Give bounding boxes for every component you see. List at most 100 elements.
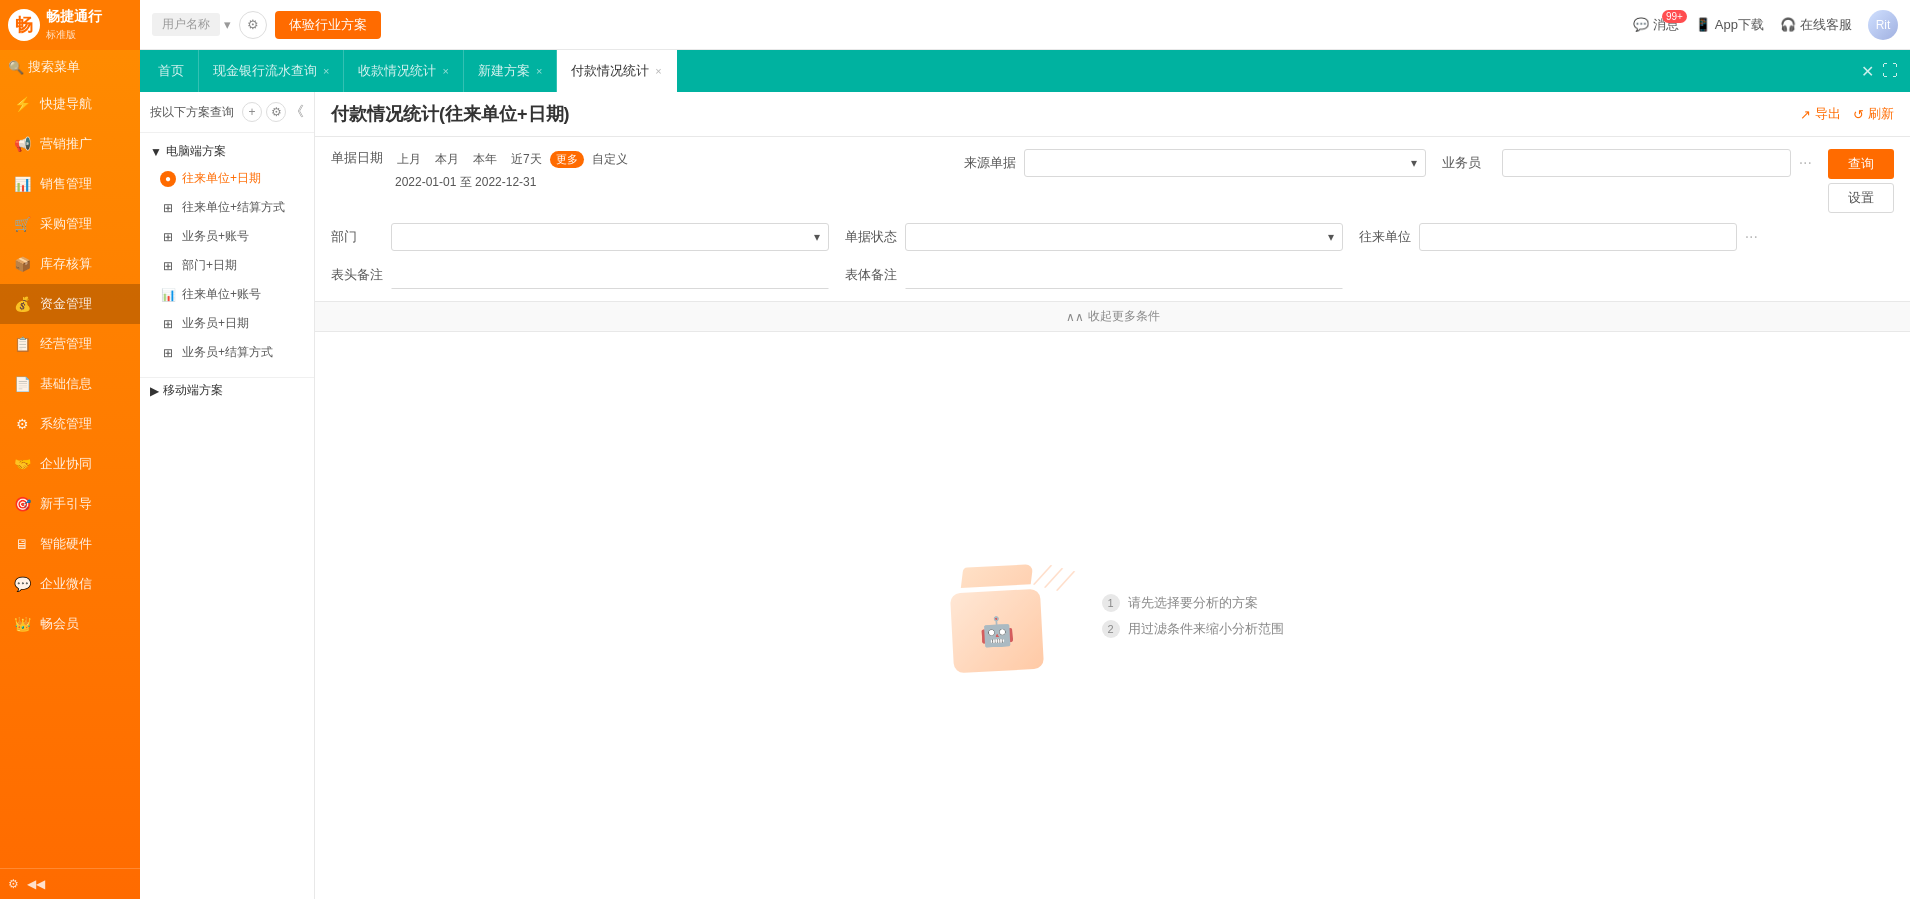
scheme-add-btn[interactable]: + [242,102,262,122]
query-btn[interactable]: 查询 [1828,149,1894,179]
date-btn-custom[interactable]: 自定义 [586,149,634,170]
sidebar-item-basic-info[interactable]: 📄 基础信息 [0,364,140,404]
sidebar-item-hardware[interactable]: 🖥 智能硬件 [0,524,140,564]
table-body-note-input[interactable] [905,261,1343,289]
topbar-notifications[interactable]: 💬 消息 99+ [1633,16,1679,34]
sidebar-item-enterprise[interactable]: 🤝 企业协同 [0,444,140,484]
scheme-item-salesman-date[interactable]: ⊞ 业务员+日期 [140,309,314,338]
tab-payment-stats[interactable]: 付款情况统计 × [557,50,676,92]
sidebar-search-item[interactable]: 🔍 搜索菜单 [0,50,140,84]
sidebar-item-sales[interactable]: 📊 销售管理 [0,164,140,204]
tab-collection-stats[interactable]: 收款情况统计 × [344,50,463,92]
app-icon: 📱 [1695,17,1711,32]
doc-status-select[interactable] [905,223,1343,251]
export-btn[interactable]: ↗ 导出 [1800,105,1841,123]
desktop-group-chevron-icon [150,145,162,159]
date-btn-7days[interactable]: 近7天 [505,149,548,170]
date-filter-label: 单据日期 [331,149,383,167]
scheme-item-unit-settle[interactable]: ⊞ 往来单位+结算方式 [140,193,314,222]
service-icon: 🎧 [1780,17,1796,32]
scheme-item-dept-date[interactable]: ⊞ 部门+日期 [140,251,314,280]
notifications-badge: 99+ [1662,10,1687,23]
guide-icon: 🎯 [12,494,32,514]
scheme-item-salesman-account-label: 业务员+账号 [182,228,249,245]
collapse-bar-icon: ∧∧ [1066,310,1084,324]
date-btn-this-year[interactable]: 本年 [467,149,503,170]
sidebar-logo-sub: 标准版 [46,28,102,42]
date-btn-more[interactable]: 更多 [550,151,584,168]
collapse-bar-text: ∧∧ 收起更多条件 [1066,308,1160,325]
source-doc-filter: 来源单据 [964,149,1426,177]
source-doc-select[interactable] [1024,149,1426,177]
scheme-item-unit-account-label: 往来单位+账号 [182,286,261,303]
message-icon: 💬 [1633,17,1649,32]
tab-cash-flow[interactable]: 现金银行流水查询 × [199,50,344,92]
date-btn-last-month[interactable]: 上月 [391,149,427,170]
tab-new-scheme[interactable]: 新建方案 × [464,50,557,92]
tab-new-scheme-close[interactable]: × [536,65,542,77]
filter-row-3: 表头备注 表体备注 [331,261,1894,289]
sidebar-item-marketing[interactable]: 📢 营销推广 [0,124,140,164]
tabbar-close-all-btn[interactable]: ✕ [1861,62,1874,81]
scheme-item-unit-account[interactable]: 📊 往来单位+账号 [140,280,314,309]
doc-status-filter: 单据状态 [845,223,1343,251]
related-unit-filter: 往来单位 ··· [1359,223,1758,251]
tab-home[interactable]: 首页 [144,50,199,92]
page-title: 付款情况统计(往来单位+日期) [331,102,570,126]
salesman-select[interactable] [1502,149,1791,177]
tip-num-1: 1 [1102,594,1120,612]
scheme-item-dept-date-label: 部门+日期 [182,257,237,274]
topbar-trial-btn[interactable]: 体验行业方案 [275,11,381,39]
scheme-item-salesman-account[interactable]: ⊞ 业务员+账号 [140,222,314,251]
sidebar-item-capital[interactable]: 💰 资金管理 [0,284,140,324]
topbar-settings-btn[interactable]: ⚙ [239,11,267,39]
scheme-item-salesman-settle[interactable]: ⊞ 业务员+结算方式 [140,338,314,367]
table-head-note-input[interactable] [391,261,829,289]
desktop-group-header[interactable]: 电脑端方案 [140,139,314,164]
search-icon: 🔍 [8,60,24,75]
sidebar-item-guide[interactable]: 🎯 新手引导 [0,484,140,524]
topbar-avatar[interactable]: Rit [1868,10,1898,40]
topbar-app-download[interactable]: 📱 App下载 [1695,16,1764,34]
sidebar-item-vip[interactable]: 👑 畅会员 [0,604,140,644]
sidebar-item-operations[interactable]: 📋 经营管理 [0,324,140,364]
collapse-bar[interactable]: ∧∧ 收起更多条件 [315,302,1910,332]
empty-robot-face: 🤖 [978,613,1015,648]
sidebar-item-purchase[interactable]: 🛒 采购管理 [0,204,140,244]
mobile-group-chevron-icon [150,384,159,398]
tab-cash-flow-close[interactable]: × [323,65,329,77]
scheme-item-unit-settle-label: 往来单位+结算方式 [182,199,285,216]
scheme-item-unit-date[interactable]: ● 往来单位+日期 [140,164,314,193]
quick-nav-icon: ⚡ [12,94,32,114]
related-unit-dots-icon[interactable]: ··· [1745,228,1758,246]
tabbar-expand-btn[interactable]: ⛶ [1882,62,1898,80]
sidebar-item-system[interactable]: ⚙ 系统管理 [0,404,140,444]
empty-state: ╱╱╱ 🤖 1 请先选择要分析的方案 2 [315,332,1910,899]
sidebar-bottom-settings[interactable]: ⚙ [8,877,19,891]
salesman-account-icon: ⊞ [160,229,176,245]
date-btn-this-month[interactable]: 本月 [429,149,465,170]
dept-select[interactable] [391,223,829,251]
sidebar-item-inventory[interactable]: 📦 库存核算 [0,244,140,284]
tab-collection-stats-close[interactable]: × [442,65,448,77]
sidebar-collapse-btn[interactable]: ◀◀ [27,877,45,891]
export-icon: ↗ [1800,107,1811,122]
mobile-group-header[interactable]: 移动端方案 [140,377,314,403]
related-unit-select[interactable] [1419,223,1736,251]
scheme-item-salesman-date-label: 业务员+日期 [182,315,249,332]
sidebar-item-quick-nav[interactable]: ⚡ 快捷导航 [0,84,140,124]
sidebar-logo-name: 畅捷通行 [46,8,102,26]
sidebar-item-label: 经营管理 [40,335,92,353]
scheme-collapse-btn[interactable]: 《 [290,103,304,121]
empty-tip-1-text: 请先选择要分析的方案 [1128,594,1258,612]
topbar-online-service[interactable]: 🎧 在线客服 [1780,16,1852,34]
refresh-btn[interactable]: ↺ 刷新 [1853,105,1894,123]
topbar-user-name: 用户名称 [152,13,220,36]
filter-settings-btn[interactable]: 设置 [1828,183,1894,213]
tab-payment-stats-close[interactable]: × [655,65,661,77]
scheme-settings-btn[interactable]: ⚙ [266,102,286,122]
sidebar-item-weixin[interactable]: 💬 企业微信 [0,564,140,604]
salesman-dots-icon[interactable]: ··· [1799,154,1812,172]
sidebar-item-label: 基础信息 [40,375,92,393]
topbar-user-dropdown-icon[interactable] [224,17,231,32]
